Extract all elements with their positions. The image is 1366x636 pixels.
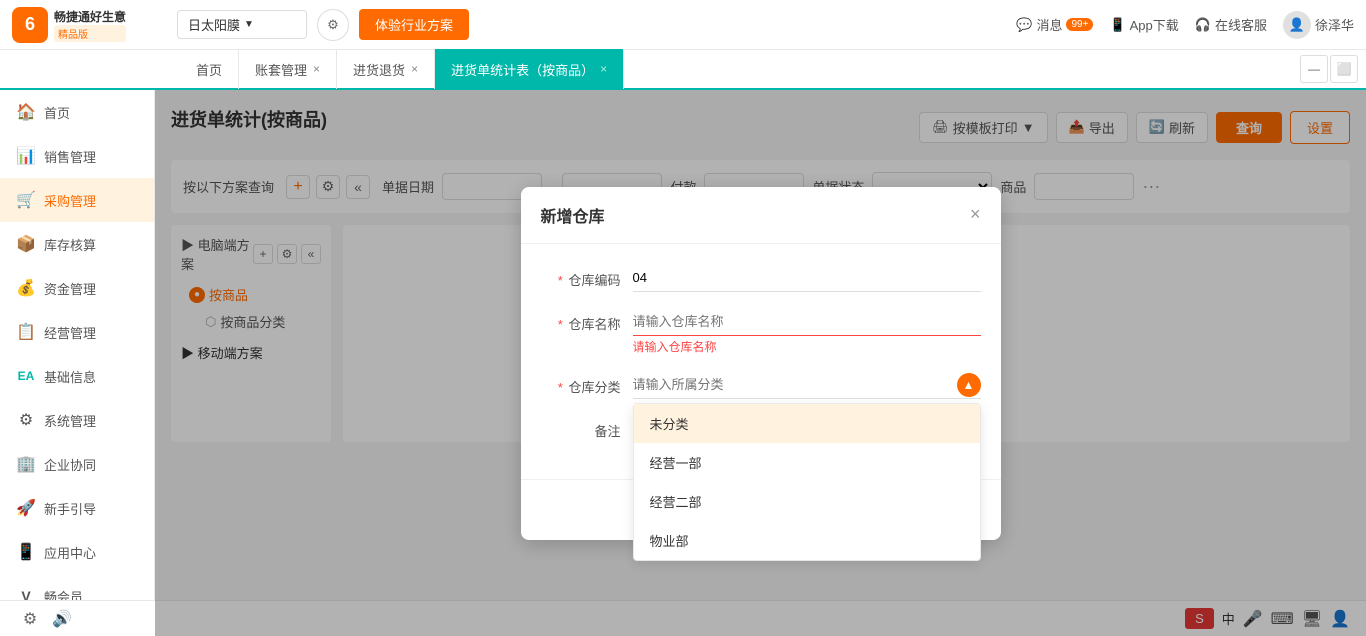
- notes-label: 备注: [541, 415, 621, 440]
- tab-end-buttons: — ⬜: [1300, 55, 1366, 83]
- dropdown-option-dept1[interactable]: 经营一部: [634, 443, 980, 482]
- avatar: 👤: [1283, 11, 1311, 39]
- dropdown-option-unclassified[interactable]: 未分类: [634, 404, 980, 443]
- tab-bar: 首页 账套管理 × 进货退货 × 进货单统计表（按商品） × — ⬜: [0, 50, 1366, 90]
- chevron-down-icon: ▼: [244, 19, 254, 30]
- form-row-warehouse-name: * 仓库名称 请输入仓库名称: [541, 308, 981, 355]
- sidebar-item-finance[interactable]: 💰 资金管理: [0, 266, 154, 310]
- app-download-item[interactable]: 📱 App下载: [1109, 15, 1178, 34]
- sidebar: 🏠 首页 📊 销售管理 🛒 采购管理 📦 库存核算 💰 资金管理 📋 经营管理 …: [0, 90, 155, 636]
- tab-minimize-button[interactable]: —: [1300, 55, 1328, 83]
- dialog-title: 新增仓库: [541, 203, 605, 227]
- warehouse-name-control: 请输入仓库名称: [633, 308, 981, 355]
- warehouse-name-label: * 仓库名称: [541, 308, 621, 333]
- app-icon: 📱: [1109, 17, 1125, 33]
- warehouse-name-error: 请输入仓库名称: [633, 338, 981, 355]
- top-header: 6 畅捷通好生意 精品版 日太阳膜 ▼ ⚙ 体验行业方案 💬 消息 99+ 📱 …: [0, 0, 1366, 50]
- dialog-header: 新增仓库 ×: [521, 187, 1001, 244]
- warehouse-code-label: * 仓库编码: [541, 264, 621, 289]
- operations-icon: 📋: [16, 322, 36, 342]
- tab-home[interactable]: 首页: [180, 49, 239, 89]
- user-profile-item[interactable]: 👤 徐泽华: [1283, 11, 1354, 39]
- tab-purchase-return[interactable]: 进货退货 ×: [337, 49, 435, 89]
- category-dropdown: 未分类 经营一部 经营二部 物业部: [633, 403, 981, 561]
- warehouse-category-label: * 仓库分类: [541, 371, 621, 396]
- content-area: 进货单统计(按商品) 🖨 按模板打印 ▼ 📤 导出 🔄 刷新 查询 设置: [155, 90, 1366, 636]
- sidebar-item-system[interactable]: ⚙ 系统管理: [0, 398, 154, 442]
- dialog-body: * 仓库编码 * 仓库名称: [521, 244, 1001, 479]
- system-icon: ⚙: [16, 410, 36, 430]
- warehouse-category-control: ▲ 未分类 经营一部 经营二部 物业部: [633, 371, 981, 399]
- logo-icon: 6: [12, 7, 48, 43]
- purchase-icon: 🛒: [16, 190, 36, 210]
- finance-icon: 💰: [16, 278, 36, 298]
- bottom-left-icons: ⚙ 🔊: [16, 605, 76, 633]
- modal-backdrop: 新增仓库 × * 仓库编码: [155, 90, 1366, 636]
- dropdown-option-dept2[interactable]: 经营二部: [634, 482, 980, 521]
- tab-close-purchase-stats[interactable]: ×: [600, 62, 607, 76]
- inventory-icon: 📦: [16, 234, 36, 254]
- sidebar-item-apps[interactable]: 📱 应用中心: [0, 530, 154, 574]
- apps-icon: 📱: [16, 542, 36, 562]
- home-icon: 🏠: [16, 102, 36, 122]
- bottom-settings-icon[interactable]: ⚙: [16, 605, 44, 633]
- form-row-warehouse-code: * 仓库编码: [541, 264, 981, 292]
- main-layout: 🏠 首页 📊 销售管理 🛒 采购管理 📦 库存核算 💰 资金管理 📋 经营管理 …: [0, 90, 1366, 636]
- sidebar-item-guide[interactable]: 🚀 新手引导: [0, 486, 154, 530]
- header-right: 💬 消息 99+ 📱 App下载 🎧 在线客服 👤 徐泽华: [1016, 11, 1354, 39]
- warehouse-name-input[interactable]: [633, 308, 981, 336]
- basic-info-icon: EA: [16, 366, 36, 386]
- bottom-volume-icon[interactable]: 🔊: [48, 605, 76, 633]
- warehouse-category-input[interactable]: [633, 371, 981, 399]
- form-row-warehouse-category: * 仓库分类 ▲ 未分类 经营一部 经: [541, 371, 981, 399]
- settings-icon[interactable]: ⚙: [317, 9, 349, 41]
- logo-area: 6 畅捷通好生意 精品版: [12, 7, 167, 43]
- sidebar-item-basic-info[interactable]: EA 基础信息: [0, 354, 154, 398]
- customer-service-item[interactable]: 🎧 在线客服: [1195, 15, 1267, 34]
- tab-close-purchase-return[interactable]: ×: [411, 62, 418, 76]
- warehouse-code-control: [633, 264, 981, 292]
- tab-expand-button[interactable]: ⬜: [1330, 55, 1358, 83]
- sidebar-item-operations[interactable]: 📋 经营管理: [0, 310, 154, 354]
- new-warehouse-dialog: 新增仓库 × * 仓库编码: [521, 187, 1001, 540]
- warehouse-code-input[interactable]: [633, 264, 981, 292]
- category-dropdown-toggle[interactable]: ▲: [957, 373, 981, 397]
- try-industry-button[interactable]: 体验行业方案: [359, 9, 469, 40]
- enterprise-icon: 🏢: [16, 454, 36, 474]
- tab-purchase-stats[interactable]: 进货单统计表（按商品） ×: [435, 49, 624, 89]
- sidebar-item-enterprise[interactable]: 🏢 企业协同: [0, 442, 154, 486]
- guide-icon: 🚀: [16, 498, 36, 518]
- tab-close-account[interactable]: ×: [313, 62, 320, 76]
- tab-account[interactable]: 账套管理 ×: [239, 49, 337, 89]
- sidebar-item-sales[interactable]: 📊 销售管理: [0, 134, 154, 178]
- headset-icon: 🎧: [1195, 17, 1211, 33]
- sidebar-item-purchase[interactable]: 🛒 采购管理: [0, 178, 154, 222]
- sidebar-item-inventory[interactable]: 📦 库存核算: [0, 222, 154, 266]
- sidebar-item-home[interactable]: 🏠 首页: [0, 90, 154, 134]
- notification-item[interactable]: 💬 消息 99+: [1016, 15, 1093, 34]
- notification-icon: 💬: [1016, 17, 1032, 33]
- dropdown-option-property[interactable]: 物业部: [634, 521, 980, 560]
- sales-icon: 📊: [16, 146, 36, 166]
- logo-text: 畅捷通好生意 精品版: [54, 8, 126, 42]
- store-selector[interactable]: 日太阳膜 ▼: [177, 10, 307, 39]
- dialog-close-button[interactable]: ×: [970, 204, 981, 225]
- warehouse-category-select-wrapper: ▲: [633, 371, 981, 399]
